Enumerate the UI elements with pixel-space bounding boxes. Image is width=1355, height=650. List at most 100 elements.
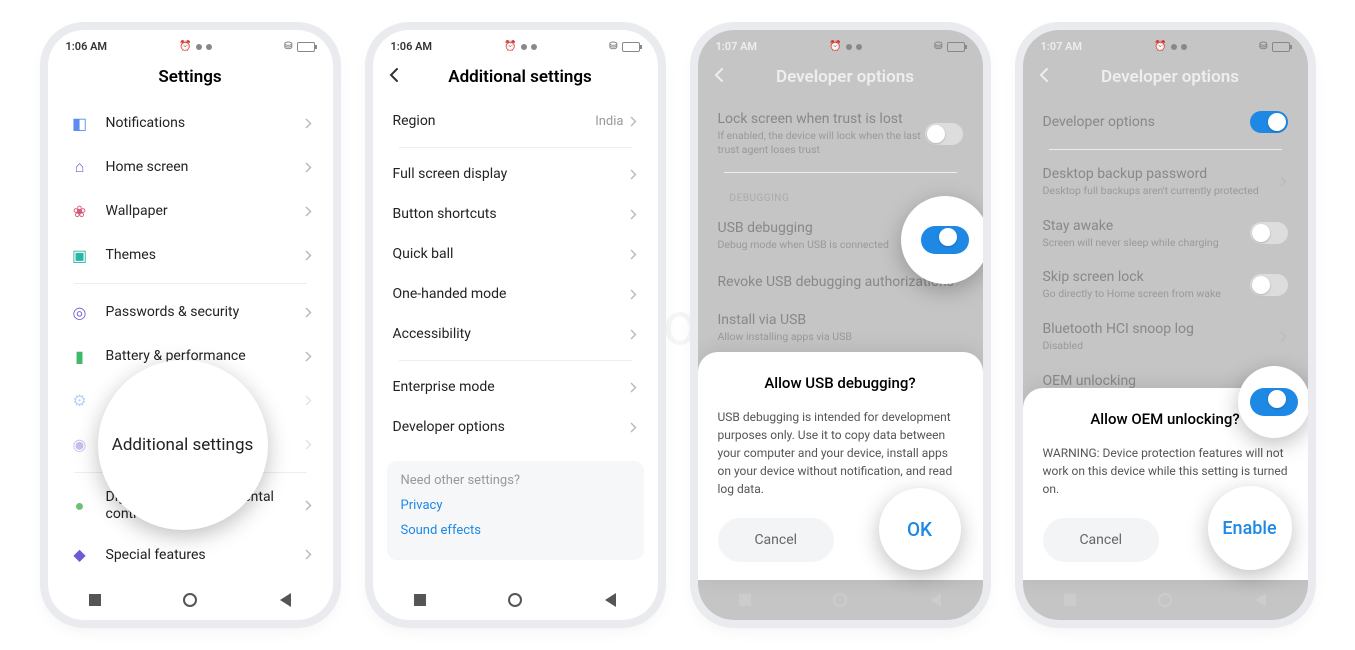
item-developer-options-toggle[interactable]: Developer options (1035, 101, 1296, 143)
back-button[interactable] (605, 593, 616, 607)
chevron-right-icon (630, 165, 638, 184)
cancel-button[interactable]: Cancel (718, 518, 835, 562)
back-button[interactable] (280, 593, 291, 607)
item-fullscreen[interactable]: Full screen display (385, 154, 646, 194)
header: Additional settings (373, 57, 658, 101)
item-onehanded[interactable]: One-handed mode (385, 274, 646, 314)
alarm-icon: ⏰ (179, 41, 191, 52)
battery-icon (297, 42, 315, 52)
db-icon: ⛁ (934, 41, 942, 52)
back-button[interactable] (389, 67, 405, 87)
android-nav (48, 580, 333, 620)
db-icon: ⛁ (609, 41, 617, 52)
item-wallpaper[interactable]: ❀ Wallpaper (60, 189, 321, 233)
item-region[interactable]: Region India (385, 101, 646, 141)
highlight-ok: OK (879, 488, 961, 570)
recent-button[interactable] (414, 594, 426, 606)
toggle[interactable] (1250, 111, 1288, 133)
enable-button[interactable]: Enable (1222, 518, 1276, 539)
security-icon: ◎ (68, 300, 92, 324)
status-bar: 1:07 AM ⏰ ⛁ (698, 30, 983, 57)
recent-button[interactable] (739, 594, 751, 606)
item-stay-awake[interactable]: Stay awakeScreen will never sleep while … (1035, 208, 1296, 260)
chevron-right-icon (630, 112, 638, 131)
chevron-right-icon (305, 202, 313, 221)
status-time: 1:07 AM (1041, 40, 1083, 53)
status-bar: 1:06 AM ⏰ ⛁ (48, 30, 333, 57)
item-passwords[interactable]: ◎ Passwords & security (60, 290, 321, 334)
usb-debugging-toggle[interactable] (921, 226, 969, 254)
item-enterprise[interactable]: Enterprise mode (385, 367, 646, 407)
back-button[interactable] (930, 593, 941, 607)
page-title: Developer options (746, 67, 945, 87)
bell-icon: ◧ (68, 111, 92, 135)
footer-question: Need other settings? (401, 473, 630, 488)
wellbeing-icon: ● (68, 494, 92, 518)
chevron-right-icon (630, 325, 638, 344)
page-title: Additional settings (421, 67, 620, 87)
item-notifications[interactable]: ◧ Notifications (60, 101, 321, 145)
header: Settings (48, 57, 333, 101)
item-home-screen[interactable]: ⌂ Home screen (60, 145, 321, 189)
toggle[interactable] (925, 123, 963, 145)
back-button[interactable] (1255, 593, 1266, 607)
phone-settings: 1:06 AM ⏰ ⛁ Settings ◧ Notifications ⌂ H… (48, 30, 333, 620)
android-nav (1023, 580, 1308, 620)
recent-button[interactable] (1064, 594, 1076, 606)
battery-icon (1272, 42, 1290, 52)
battery-perf-icon: ▮ (68, 344, 92, 368)
item-themes[interactable]: ▣ Themes (60, 233, 321, 277)
home-button[interactable] (1158, 593, 1172, 607)
status-time: 1:07 AM (716, 40, 758, 53)
home-button[interactable] (183, 593, 197, 607)
page-title: Settings (64, 67, 317, 87)
recent-button[interactable] (89, 594, 101, 606)
back-button[interactable] (714, 67, 730, 87)
dialog-title: Allow USB debugging? (718, 374, 963, 392)
item-button-shortcuts[interactable]: Button shortcuts (385, 194, 646, 234)
phone-additional-settings: 1:06 AM ⏰ ⛁ Additional settings Region I… (373, 30, 658, 620)
chevron-right-icon (305, 246, 313, 265)
item-accessibility[interactable]: Accessibility (385, 314, 646, 354)
chevron-right-icon (305, 114, 313, 133)
home-icon: ⌂ (68, 155, 92, 179)
highlight-enable: Enable (1208, 486, 1292, 570)
link-privacy[interactable]: Privacy (401, 498, 630, 513)
alarm-icon: ⏰ (1154, 41, 1166, 52)
globe-icon: ◉ (68, 432, 92, 456)
item-special-features[interactable]: ◆ Special features (60, 533, 321, 577)
chevron-right-icon (630, 285, 638, 304)
chevron-right-icon (305, 347, 313, 366)
special-icon: ◆ (68, 543, 92, 567)
back-button[interactable] (1039, 67, 1055, 87)
item-quickball[interactable]: Quick ball (385, 234, 646, 274)
status-bar: 1:06 AM ⏰ ⛁ (373, 30, 658, 57)
item-developer-options[interactable]: Developer options (385, 407, 646, 447)
item-install-usb[interactable]: Install via USBAllow installing apps via… (710, 302, 971, 354)
gear-icon: ⚙ (68, 388, 92, 412)
cancel-button[interactable]: Cancel (1043, 518, 1160, 562)
item-skip-screen-lock[interactable]: Skip screen lockGo directly to Home scre… (1035, 259, 1296, 311)
region-value: India (595, 114, 623, 129)
chevron-right-icon (305, 435, 313, 454)
chevron-right-icon (1280, 327, 1288, 346)
toggle[interactable] (1250, 274, 1288, 296)
oem-unlocking-toggle[interactable] (1250, 388, 1298, 416)
status-time: 1:06 AM (66, 40, 108, 53)
home-button[interactable] (508, 593, 522, 607)
ok-button[interactable]: OK (907, 518, 932, 541)
status-bar: 1:07 AM ⏰ ⛁ (1023, 30, 1308, 57)
chevron-right-icon (1280, 172, 1288, 191)
item-desktop-backup[interactable]: Desktop backup passwordDesktop full back… (1035, 156, 1296, 208)
item-bluetooth-hci[interactable]: Bluetooth HCI snoop logDisabled (1035, 311, 1296, 363)
item-lock-screen-trust[interactable]: Lock screen when trust is lostIf enabled… (710, 101, 971, 166)
android-nav (373, 580, 658, 620)
alarm-icon: ⏰ (829, 41, 841, 52)
header: Developer options (1023, 57, 1308, 101)
chevron-right-icon (305, 496, 313, 515)
phone-oem-unlocking: 1:07 AM ⏰ ⛁ Developer options Developer … (1023, 30, 1308, 620)
chevron-right-icon (305, 303, 313, 322)
toggle[interactable] (1250, 222, 1288, 244)
link-sound-effects[interactable]: Sound effects (401, 523, 630, 538)
home-button[interactable] (833, 593, 847, 607)
